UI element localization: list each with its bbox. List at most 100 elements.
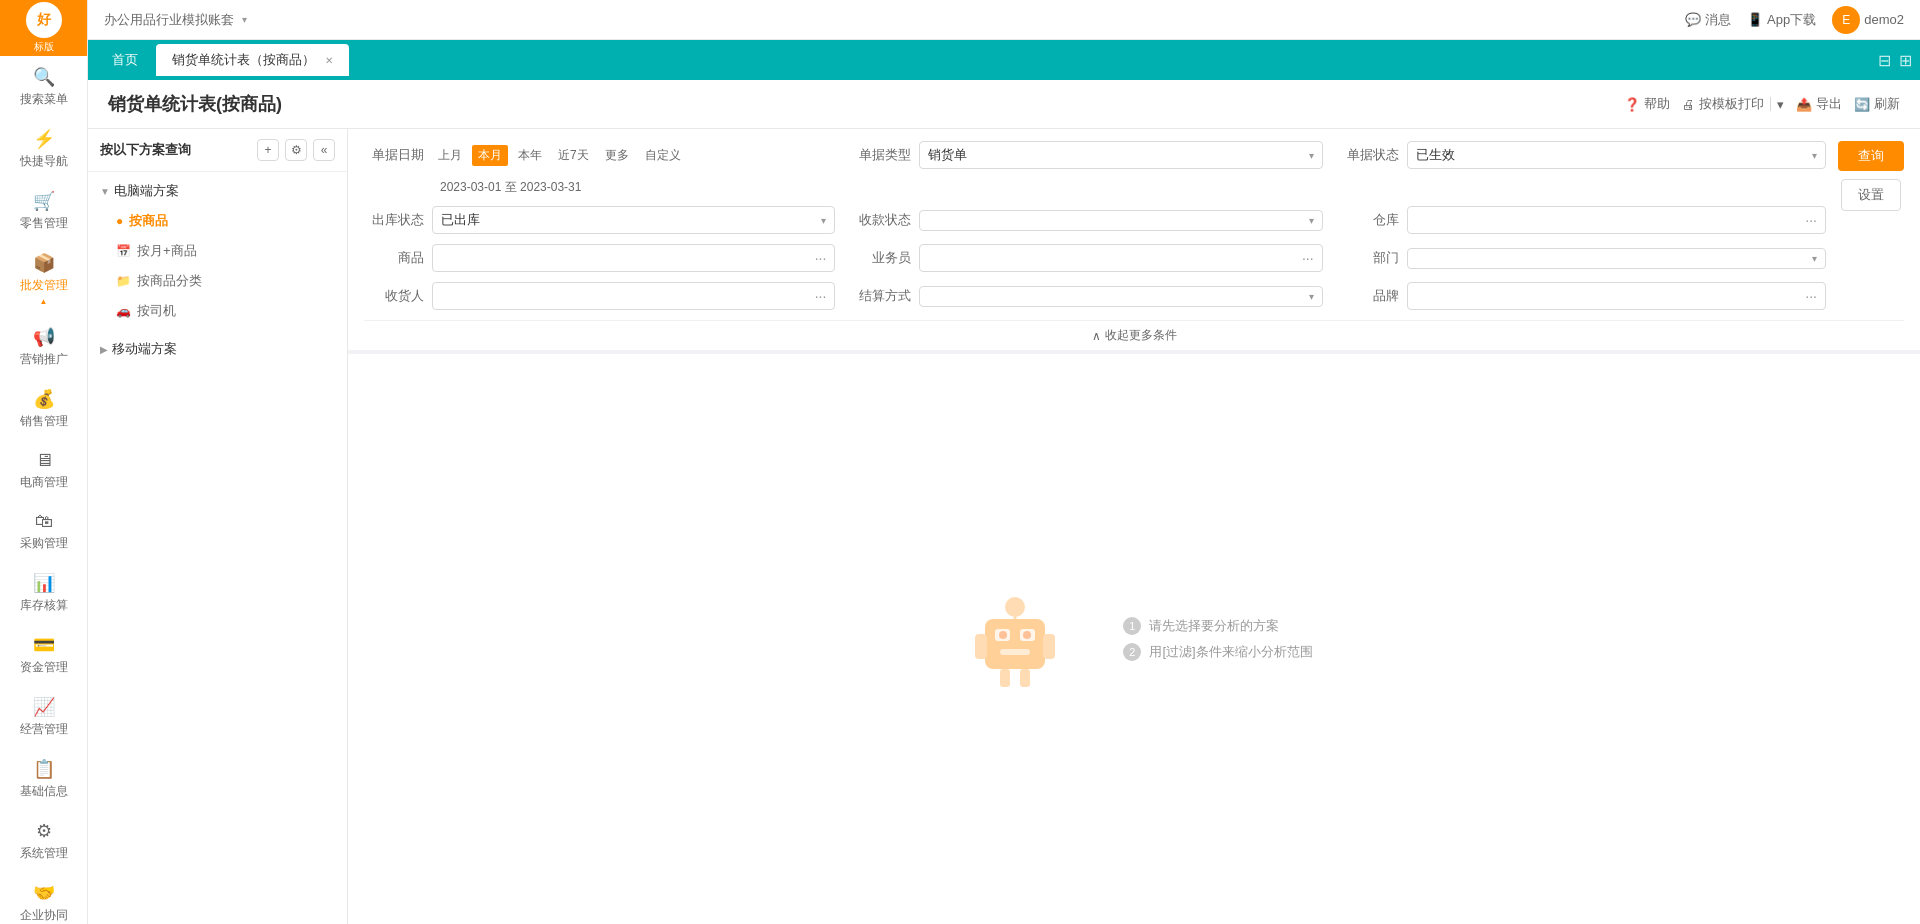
doc-status-select[interactable]: 已生效 ▾ bbox=[1407, 141, 1826, 169]
active-scheme-icon: ● bbox=[116, 214, 123, 228]
svg-point-10 bbox=[999, 631, 1007, 639]
dept-select[interactable]: ▾ bbox=[1407, 248, 1826, 269]
scheme-section-mobile: ▶ 移动端方案 bbox=[88, 330, 347, 368]
scheme-item-by-category[interactable]: 📁 按商品分类 bbox=[88, 266, 347, 296]
scheme-item-by-cashier[interactable]: 🚗 按司机 bbox=[88, 296, 347, 326]
doc-type-select[interactable]: 销货单 ▾ bbox=[919, 141, 1322, 169]
messages-btn[interactable]: 💬 消息 bbox=[1685, 11, 1731, 29]
settings-button[interactable]: 设置 bbox=[1841, 179, 1901, 211]
sidebar-item-enterprise[interactable]: 🤝 企业协同 bbox=[0, 872, 87, 924]
export-label: 导出 bbox=[1816, 95, 1842, 113]
avatar: E bbox=[1832, 6, 1860, 34]
sidebar-item-basic[interactable]: 📋 基础信息 bbox=[0, 748, 87, 810]
expand-icon: ▼ bbox=[100, 186, 110, 197]
main-content: 按以下方案查询 + ⚙ « bbox=[88, 129, 1920, 924]
empty-tip-2: 2 用[过滤]条件来缩小分析范围 bbox=[1123, 643, 1312, 661]
warehouse-dots: ··· bbox=[1805, 212, 1817, 228]
product-filter: 商品 ··· bbox=[364, 244, 851, 272]
receipt-status-filter: 收款状态 ▾ bbox=[851, 206, 1338, 234]
right-content: 单据日期 上月 本月 本年 近7天 更多 自定义 bbox=[348, 129, 1920, 924]
topbar-right: 💬 消息 📱 App下载 E demo2 bbox=[1685, 6, 1904, 34]
date-tab-last-month[interactable]: 上月 bbox=[432, 145, 468, 166]
sidebar-item-label: 系统管理 bbox=[20, 845, 68, 862]
doc-status-dropdown-icon: ▾ bbox=[1812, 150, 1817, 161]
username: demo2 bbox=[1864, 12, 1904, 27]
scheme-section-pc-header[interactable]: ▼ 电脑端方案 bbox=[88, 176, 347, 206]
workspace-dropdown-icon[interactable]: ▾ bbox=[242, 14, 247, 25]
tabbar-right: ⊟ ⊞ bbox=[1878, 51, 1912, 70]
brand-input[interactable]: ··· bbox=[1407, 282, 1826, 310]
doc-type-label: 单据类型 bbox=[851, 146, 919, 164]
date-tab-more[interactable]: 更多 bbox=[599, 145, 635, 166]
template-dropdown-icon[interactable]: ▾ bbox=[1777, 97, 1784, 112]
refresh-label: 刷新 bbox=[1874, 95, 1900, 113]
salesperson-input[interactable]: ··· bbox=[919, 244, 1322, 272]
section-label: 移动端方案 bbox=[112, 340, 335, 358]
sidebar-item-retail[interactable]: 🛒 零售管理 bbox=[0, 180, 87, 242]
date-tab-last-7-days[interactable]: 近7天 bbox=[552, 145, 595, 166]
add-scheme-btn[interactable]: + bbox=[257, 139, 279, 161]
date-tab-custom[interactable]: 自定义 bbox=[639, 145, 687, 166]
basic-icon: 📋 bbox=[33, 758, 55, 780]
scheme-section-pc: ▼ 电脑端方案 ● 按商品 📅 按月+商品 📁 按商品分类 bbox=[88, 172, 347, 330]
date-tab-this-year[interactable]: 本年 bbox=[512, 145, 548, 166]
payment-select[interactable]: ▾ bbox=[919, 286, 1322, 307]
sidebar-item-label: 营销推广 bbox=[20, 351, 68, 368]
tab-home[interactable]: 首页 bbox=[96, 44, 154, 76]
tab-sales-stat[interactable]: 销货单统计表（按商品） ✕ bbox=[156, 44, 349, 76]
refresh-btn[interactable]: 🔄 刷新 bbox=[1854, 95, 1900, 113]
tab-close-icon[interactable]: ✕ bbox=[325, 55, 333, 66]
date-tab-this-month[interactable]: 本月 bbox=[472, 145, 508, 166]
user-menu[interactable]: E demo2 bbox=[1832, 6, 1904, 34]
sidebar-item-purchase[interactable]: 🛍 采购管理 bbox=[0, 501, 87, 562]
tab-maximize-icon[interactable]: ⊞ bbox=[1899, 51, 1912, 70]
sidebar-item-marketing[interactable]: 📢 营销推广 bbox=[0, 316, 87, 378]
settings-icon: ⚙ bbox=[291, 143, 302, 157]
sidebar-item-operations[interactable]: 📈 经营管理 bbox=[0, 686, 87, 748]
sidebar-item-ecommerce[interactable]: 🖥 电商管理 bbox=[0, 440, 87, 501]
scheme-settings-btn[interactable]: ⚙ bbox=[285, 139, 307, 161]
query-button[interactable]: 查询 bbox=[1838, 141, 1904, 171]
sidebar-item-wholesale[interactable]: 📦 批发管理 bbox=[0, 242, 87, 316]
collapse-icon: « bbox=[321, 143, 328, 157]
scheme-item-label: 按司机 bbox=[137, 302, 176, 320]
system-icon: ⚙ bbox=[36, 820, 52, 842]
print-icon: 🖨 bbox=[1682, 97, 1695, 112]
logo[interactable]: 好 标版 bbox=[0, 0, 87, 56]
logo-text: 标版 bbox=[34, 40, 54, 54]
empty-tip-1: 1 请先选择要分析的方案 bbox=[1123, 617, 1312, 635]
sidebar-item-inventory[interactable]: 📊 库存核算 bbox=[0, 562, 87, 624]
scheme-item-icon: 📁 bbox=[116, 274, 131, 288]
product-input[interactable]: ··· bbox=[432, 244, 835, 272]
app-download-label: App下载 bbox=[1767, 11, 1816, 29]
payment-dropdown-icon: ▾ bbox=[1309, 291, 1314, 302]
collapse-label: 收起更多条件 bbox=[1105, 327, 1177, 344]
sidebar-item-system[interactable]: ⚙ 系统管理 bbox=[0, 810, 87, 872]
sidebar-item-label: 企业协同 bbox=[20, 907, 68, 924]
sidebar-item-search-menu[interactable]: 🔍 搜索菜单 bbox=[0, 56, 87, 118]
recipient-input[interactable]: ··· bbox=[432, 282, 835, 310]
out-status-select[interactable]: 已出库 ▾ bbox=[432, 206, 835, 234]
scheme-item-by-product[interactable]: ● 按商品 bbox=[88, 206, 347, 236]
left-panel: 按以下方案查询 + ⚙ « bbox=[88, 129, 348, 924]
doc-status-label: 单据状态 bbox=[1339, 146, 1407, 164]
doc-status-filter: 单据状态 已生效 ▾ bbox=[1339, 141, 1826, 169]
export-btn[interactable]: 📤 导出 bbox=[1796, 95, 1842, 113]
receipt-status-select[interactable]: ▾ bbox=[919, 210, 1322, 231]
sidebar-item-finance[interactable]: 💳 资金管理 bbox=[0, 624, 87, 686]
sidebar-item-label: 采购管理 bbox=[20, 535, 68, 552]
sidebar-item-sales[interactable]: 💰 销售管理 bbox=[0, 378, 87, 440]
app-download-btn[interactable]: 📱 App下载 bbox=[1747, 11, 1816, 29]
retail-icon: 🛒 bbox=[33, 190, 55, 212]
help-btn[interactable]: ❓ 帮助 bbox=[1624, 95, 1670, 113]
tab-minimize-icon[interactable]: ⊟ bbox=[1878, 51, 1891, 70]
collapse-panel-btn[interactable]: « bbox=[313, 139, 335, 161]
filter-section: 单据日期 上月 本月 本年 近7天 更多 自定义 bbox=[348, 129, 1920, 350]
scheme-item-by-month-product[interactable]: 📅 按月+商品 bbox=[88, 236, 347, 266]
svg-point-8 bbox=[1005, 597, 1025, 617]
warehouse-input[interactable]: ··· bbox=[1407, 206, 1826, 234]
template-print-btn[interactable]: 🖨 按模板打印 ▾ bbox=[1682, 95, 1784, 113]
collapse-bar[interactable]: ∧ 收起更多条件 bbox=[364, 320, 1904, 350]
scheme-section-mobile-header[interactable]: ▶ 移动端方案 bbox=[88, 334, 347, 364]
sidebar-item-quick-nav[interactable]: ⚡ 快捷导航 bbox=[0, 118, 87, 180]
